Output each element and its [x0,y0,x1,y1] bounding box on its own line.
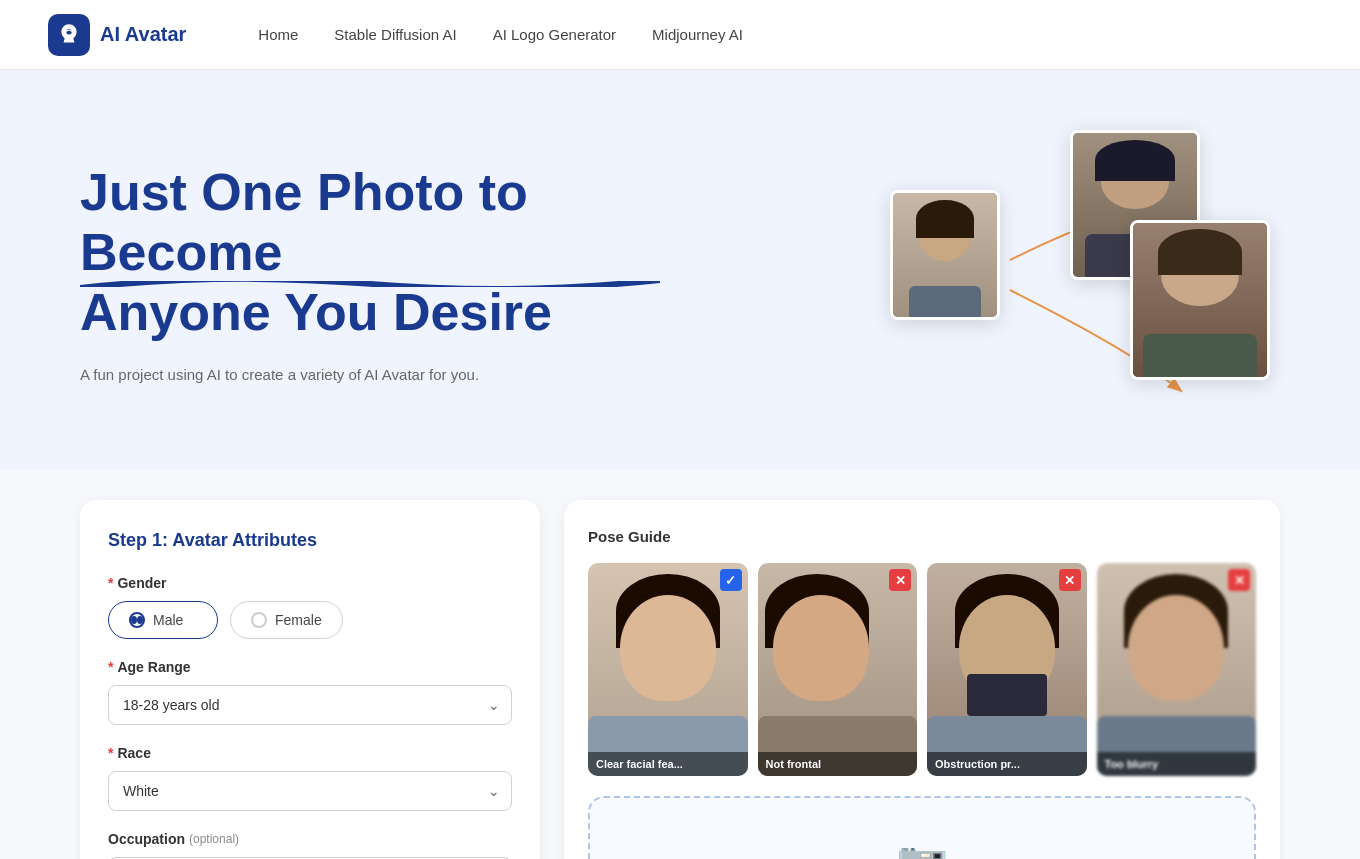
age-label: * Age Range [108,659,512,675]
pose2-badge: Not frontal [758,752,918,776]
pose2-check-icon: ✕ [889,569,911,591]
occupation-field: Occupation (optional) ✕ ▲ ▼ [108,831,512,859]
pose3-mask [967,674,1047,717]
r2-body [1143,334,1257,377]
logo-text: AI Avatar [100,23,186,46]
step1-title: Step 1: Avatar Attributes [108,530,512,551]
hero-subtitle: A fun project using AI to create a varie… [80,363,660,387]
source-portrait [893,193,997,317]
age-select[interactable]: 18-28 years old 29-40 years old 41-60 ye… [108,685,512,725]
gender-male-option[interactable]: Male [108,601,218,639]
logo-svg [56,22,82,48]
camera-icon: 📷 [896,838,948,859]
gender-female-label: Female [275,612,322,628]
hero-section: Just One Photo to Become Anyone You Desi… [0,70,1360,470]
portrait-body [909,286,982,317]
gender-male-dot [129,612,145,628]
hero-title: Just One Photo to Become Anyone You Desi… [80,163,660,342]
pose-portrait-2 [758,563,918,776]
gender-options: Male Female [108,601,512,639]
gender-field: * Gender Male Female [108,575,512,639]
r1-hair [1095,140,1176,180]
pose4-face [1128,595,1224,701]
pose-portrait-4 [1097,563,1257,776]
portrait-hair [916,200,973,237]
pose-item-3: ✕ Obstruction pr... [927,563,1087,776]
hero-title-line1: Just One Photo to Become [80,163,660,283]
pose4-check-icon: ✕ [1228,569,1250,591]
radio-fill [131,616,137,624]
age-select-wrapper: 18-28 years old 29-40 years old 41-60 ye… [108,685,512,725]
pose3-check-icon: ✕ [1059,569,1081,591]
nav-home[interactable]: Home [258,26,298,43]
hero-images [860,130,1280,420]
occupation-label: Occupation (optional) [108,831,512,847]
pose-portrait-3 [927,563,1087,776]
gender-female-dot [251,612,267,628]
pose2-face [773,595,869,701]
nav-midjourney[interactable]: Midjourney AI [652,26,743,43]
pose1-face [620,595,716,701]
gender-male-label: Male [153,612,183,628]
hero-result-2 [1130,220,1270,380]
main-nav: Home Stable Diffusion AI AI Logo Generat… [258,26,743,43]
occupation-optional: (optional) [189,832,239,846]
race-label: * Race [108,745,512,761]
gender-label: * Gender [108,575,512,591]
step1-card: Step 1: Avatar Attributes * Gender Male … [80,500,540,859]
pose-portrait-1 [588,563,748,776]
pose-guide-card: Pose Guide ✓ Clear facial fea... [564,500,1280,859]
gender-female-option[interactable]: Female [230,601,343,639]
result2-portrait [1133,223,1267,377]
pose-item-2: ✕ Not frontal [758,563,918,776]
hero-text: Just One Photo to Become Anyone You Desi… [80,163,660,386]
pose1-check-icon: ✓ [720,569,742,591]
age-field: * Age Range 18-28 years old 29-40 years … [108,659,512,725]
r2-hair [1158,229,1241,275]
logo[interactable]: AI Avatar [48,14,186,56]
logo-icon [48,14,90,56]
pose-examples-grid: ✓ Clear facial fea... ✕ Not frontal [588,563,1256,776]
race-select[interactable]: White Asian Black Hispanic Other [108,771,512,811]
main-content: Step 1: Avatar Attributes * Gender Male … [0,470,1360,859]
nav-ai-logo[interactable]: AI Logo Generator [493,26,616,43]
gender-required: * [108,575,113,591]
header: AI Avatar Home Stable Diffusion AI AI Lo… [0,0,1360,70]
pose-item-1: ✓ Clear facial fea... [588,563,748,776]
pose1-badge: Clear facial fea... [588,752,748,776]
pose4-badge: Too blurry [1097,752,1257,776]
hero-title-line2: Anyone You Desire [80,283,552,341]
pose3-badge: Obstruction pr... [927,752,1087,776]
pose-guide-title: Pose Guide [588,528,1256,545]
race-select-wrapper: White Asian Black Hispanic Other ⌄ [108,771,512,811]
nav-stable-diffusion[interactable]: Stable Diffusion AI [334,26,456,43]
hero-source-photo [890,190,1000,320]
race-field: * Race White Asian Black Hispanic Other … [108,745,512,811]
upload-area[interactable]: 📷 [588,796,1256,859]
pose-item-4: ✕ Too blurry [1097,563,1257,776]
